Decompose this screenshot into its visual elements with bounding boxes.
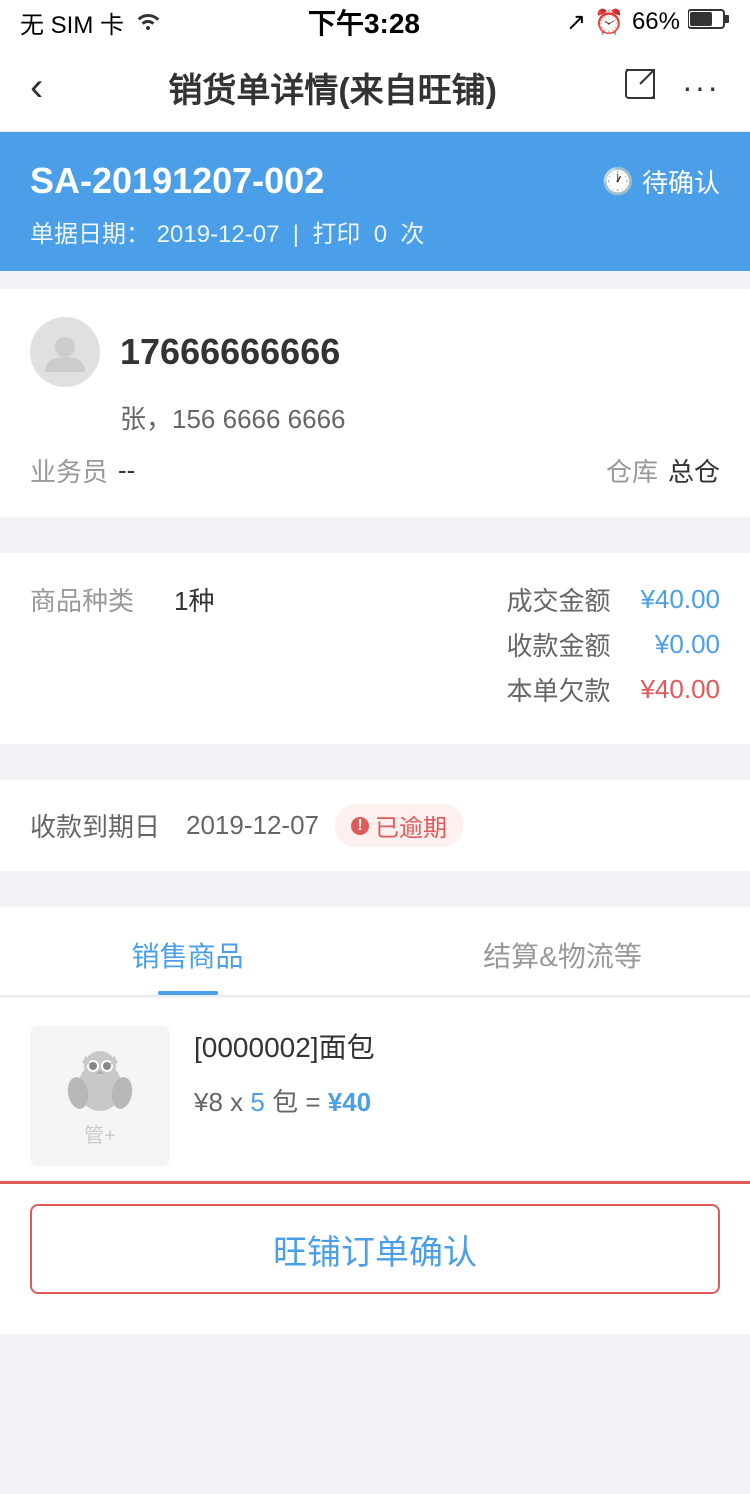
divider-1 — [0, 271, 750, 289]
owed-value: ¥40.00 — [640, 674, 720, 705]
due-section: 收款到期日 2019-12-07 ! 已逾期 — [0, 780, 750, 871]
page-title: 销货单详情(来自旺铺) — [168, 63, 497, 112]
order-status: 🕐 待确认 — [602, 163, 720, 200]
customer-meta: 业务员 -- 仓库 总仓 — [30, 452, 720, 489]
more-icon[interactable]: ··· — [682, 69, 720, 106]
received-label: 收款金额 — [506, 626, 610, 663]
order-date: 单据日期： 2019-12-07 | 打印 0 次 — [30, 214, 720, 249]
product-section: 管+ [0000002]面包 ¥8 x 5 包 = ¥40 — [0, 998, 750, 1194]
sales-rep-label: 业务员 — [30, 452, 108, 489]
summary-section: 商品种类 1种 成交金额 ¥40.00 收款金额 ¥0.00 本单欠款 ¥40.… — [0, 553, 750, 744]
overdue-badge: ! 已逾期 — [335, 804, 463, 847]
goods-type-value: 1种 — [174, 581, 214, 618]
customer-name: 张，156 6666 6666 — [30, 399, 720, 436]
due-date-value: 2019-12-07 — [186, 810, 319, 841]
product-info: [0000002]面包 ¥8 x 5 包 = ¥40 — [194, 1026, 720, 1119]
owed-label: 本单欠款 — [506, 671, 610, 708]
goods-type-label: 商品种类 — [30, 581, 134, 618]
nav-right: ··· — [622, 66, 720, 109]
product-item: 管+ [0000002]面包 ¥8 x 5 包 = ¥40 — [30, 1026, 720, 1166]
tab-sales-products[interactable]: 销售商品 — [0, 907, 375, 995]
overdue-text: 已逾期 — [375, 808, 447, 843]
sales-rep-value: -- — [118, 455, 135, 486]
tab-settlement[interactable]: 结算&物流等 — [375, 907, 750, 995]
product-name: [0000002]面包 — [194, 1026, 720, 1066]
carrier-text: 无 SIM 卡 — [20, 5, 124, 40]
due-date-label: 收款到期日 — [30, 807, 160, 844]
status-left: 无 SIM 卡 — [20, 5, 162, 40]
divider-3 — [0, 762, 750, 780]
clock-icon: 🕐 — [602, 166, 634, 197]
back-button[interactable]: ‹ — [30, 65, 43, 110]
deal-amount-value: ¥40.00 — [640, 584, 720, 615]
share-icon[interactable] — [622, 66, 658, 109]
location-icon: ↗ — [566, 8, 586, 37]
status-right: ↗ ⏰ 66% — [566, 8, 730, 37]
customer-phone: 17666666666 — [120, 331, 340, 373]
customer-section: 17666666666 张，156 6666 6666 业务员 -- 仓库 总仓 — [0, 289, 750, 517]
alarm-icon: ⏰ — [594, 8, 624, 37]
warehouse-value: 总仓 — [668, 452, 720, 489]
battery-icon — [688, 8, 730, 37]
status-text: 待确认 — [642, 163, 720, 200]
nav-left: ‹ — [30, 65, 43, 110]
divider-4 — [0, 889, 750, 907]
tabs-section: 销售商品 结算&物流等 — [0, 907, 750, 996]
bottom-bar: 旺铺订单确认 — [0, 1181, 750, 1334]
overdue-icon: ! — [351, 817, 369, 835]
nav-bar: ‹ 销货单详情(来自旺铺) ··· — [0, 44, 750, 132]
product-thumbnail: 管+ — [30, 1026, 170, 1166]
warehouse-label: 仓库 — [606, 452, 658, 489]
brand-plus: 管+ — [84, 1119, 116, 1148]
order-header: SA-20191207-002 🕐 待确认 单据日期： 2019-12-07 |… — [0, 132, 750, 271]
order-id: SA-20191207-002 — [30, 160, 324, 202]
avatar — [30, 317, 100, 387]
deal-amount-label: 成交金额 — [506, 581, 610, 618]
received-value: ¥0.00 — [655, 629, 720, 660]
confirm-order-button[interactable]: 旺铺订单确认 — [30, 1204, 720, 1294]
status-time: 下午3:28 — [308, 2, 420, 42]
battery-text: 66% — [632, 8, 680, 36]
wifi-icon — [134, 8, 162, 37]
product-price: ¥8 x 5 包 = ¥40 — [194, 1082, 720, 1119]
divider-2 — [0, 535, 750, 553]
summary-right: 成交金额 ¥40.00 收款金额 ¥0.00 本单欠款 ¥40.00 — [506, 581, 720, 716]
status-bar: 无 SIM 卡 下午3:28 ↗ ⏰ 66% — [0, 0, 750, 44]
